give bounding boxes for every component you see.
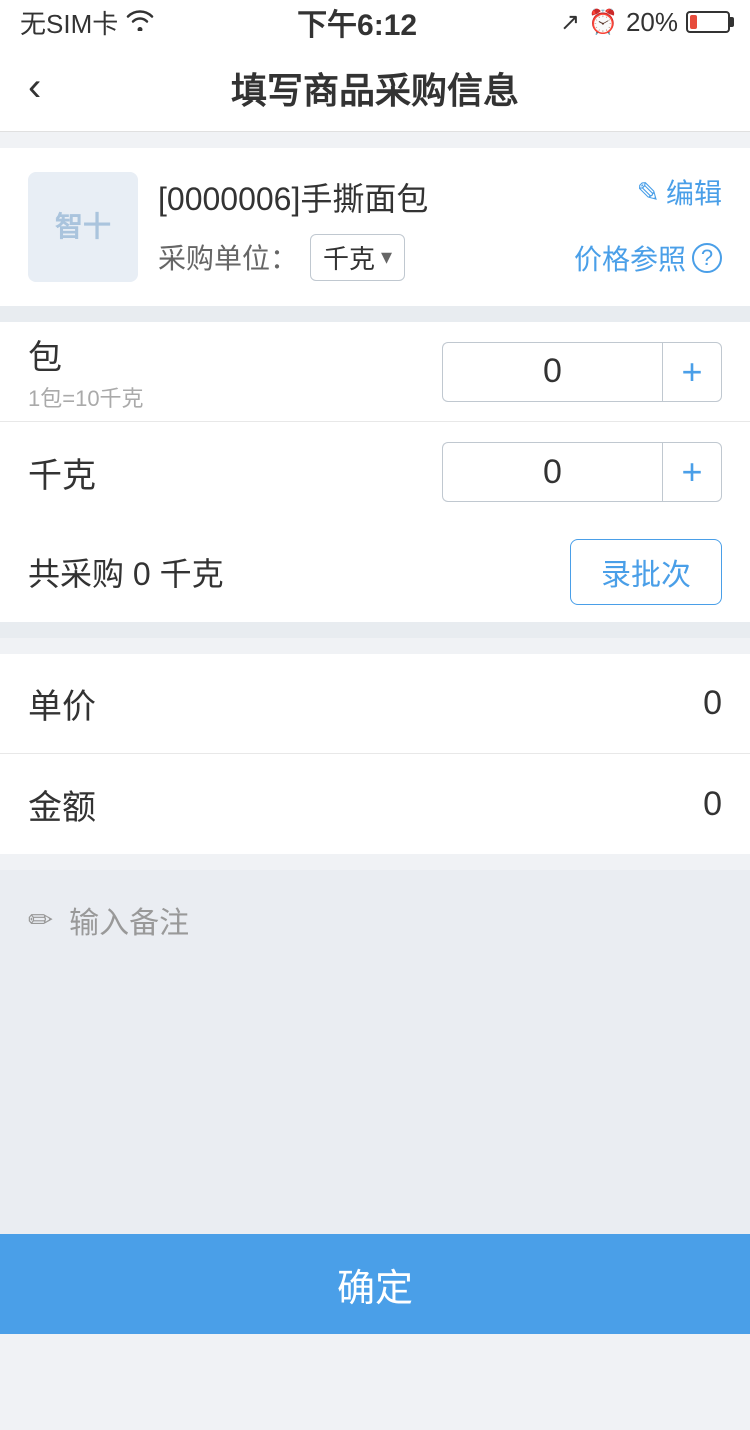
product-thumbnail-text: 智十 bbox=[55, 210, 111, 244]
unit-label: 采购单位： bbox=[158, 237, 298, 277]
amount-label: 金额 bbox=[28, 780, 96, 829]
unit-price-label: 单价 bbox=[28, 679, 96, 728]
quantity-section: 包 1包=10千克 + 千克 + bbox=[0, 322, 750, 522]
product-card: 智十 [0000006]手撕面包 采购单位： 千克 ▾ ✎ 编辑 价格参照 ? bbox=[0, 148, 750, 306]
kg-label: 千克 bbox=[28, 448, 96, 497]
pencil-icon: ✏ bbox=[28, 903, 53, 938]
kg-quantity-input[interactable] bbox=[442, 442, 662, 502]
kg-plus-button[interactable]: + bbox=[662, 442, 722, 502]
unit-price-value: 0 bbox=[703, 684, 722, 723]
bao-plus-button[interactable]: + bbox=[662, 342, 722, 402]
total-purchase-text: 共采购 0 千克 bbox=[28, 549, 224, 595]
battery-percentage: 20% bbox=[626, 7, 678, 38]
dropdown-arrow-icon: ▾ bbox=[381, 244, 392, 270]
price-reference-button[interactable]: 价格参照 ? bbox=[574, 238, 722, 278]
kg-input-right: + bbox=[442, 442, 722, 502]
alarm-icon: ⏰ bbox=[588, 8, 618, 37]
bao-label: 包 1包=10千克 bbox=[28, 330, 144, 413]
battery-icon bbox=[686, 11, 730, 33]
confirm-bar[interactable]: 确定 bbox=[0, 1234, 750, 1334]
bao-quantity-input[interactable] bbox=[442, 342, 662, 402]
nav-bar: ‹ 填写商品采购信息 bbox=[0, 44, 750, 132]
price-ref-label: 价格参照 bbox=[574, 238, 686, 278]
back-button[interactable]: ‹ bbox=[28, 65, 41, 110]
amount-value: 0 bbox=[703, 785, 722, 824]
carrier-text: 无SIM卡 bbox=[20, 4, 118, 41]
unit-value: 千克 bbox=[323, 239, 375, 276]
edit-label: 编辑 bbox=[666, 172, 722, 212]
unit-price-row: 单价 0 bbox=[0, 654, 750, 754]
edit-button[interactable]: ✎ 编辑 bbox=[637, 172, 722, 212]
confirm-label: 确定 bbox=[337, 1257, 413, 1312]
summary-row: 共采购 0 千克 录批次 bbox=[0, 522, 750, 622]
price-section: 单价 0 金额 0 bbox=[0, 654, 750, 854]
edit-pencil-icon: ✎ bbox=[637, 176, 660, 209]
section-divider-1 bbox=[0, 306, 750, 322]
product-thumbnail: 智十 bbox=[28, 172, 138, 282]
status-bar-left: 无SIM卡 bbox=[20, 4, 154, 41]
unit-dropdown[interactable]: 千克 ▾ bbox=[310, 234, 405, 281]
section-divider-2 bbox=[0, 622, 750, 638]
bao-input-row: 包 1包=10千克 + bbox=[0, 322, 750, 422]
help-icon: ? bbox=[692, 243, 722, 273]
location-icon: ↗ bbox=[560, 8, 580, 37]
wifi-icon bbox=[126, 7, 154, 38]
batch-record-button[interactable]: 录批次 bbox=[570, 539, 722, 605]
bao-input-right: + bbox=[442, 342, 722, 402]
amount-row: 金额 0 bbox=[0, 754, 750, 854]
status-bar: 无SIM卡 下午6:12 ↗ ⏰ 20% bbox=[0, 0, 750, 44]
status-bar-time: 下午6:12 bbox=[297, 0, 417, 44]
bao-sub-label: 1包=10千克 bbox=[28, 381, 144, 413]
notes-placeholder: 输入备注 bbox=[69, 898, 189, 942]
status-bar-right: ↗ ⏰ 20% bbox=[560, 7, 730, 38]
notes-section[interactable]: ✏ 输入备注 bbox=[0, 870, 750, 970]
page-title: 填写商品采购信息 bbox=[231, 62, 519, 114]
kg-input-row: 千克 + bbox=[0, 422, 750, 522]
